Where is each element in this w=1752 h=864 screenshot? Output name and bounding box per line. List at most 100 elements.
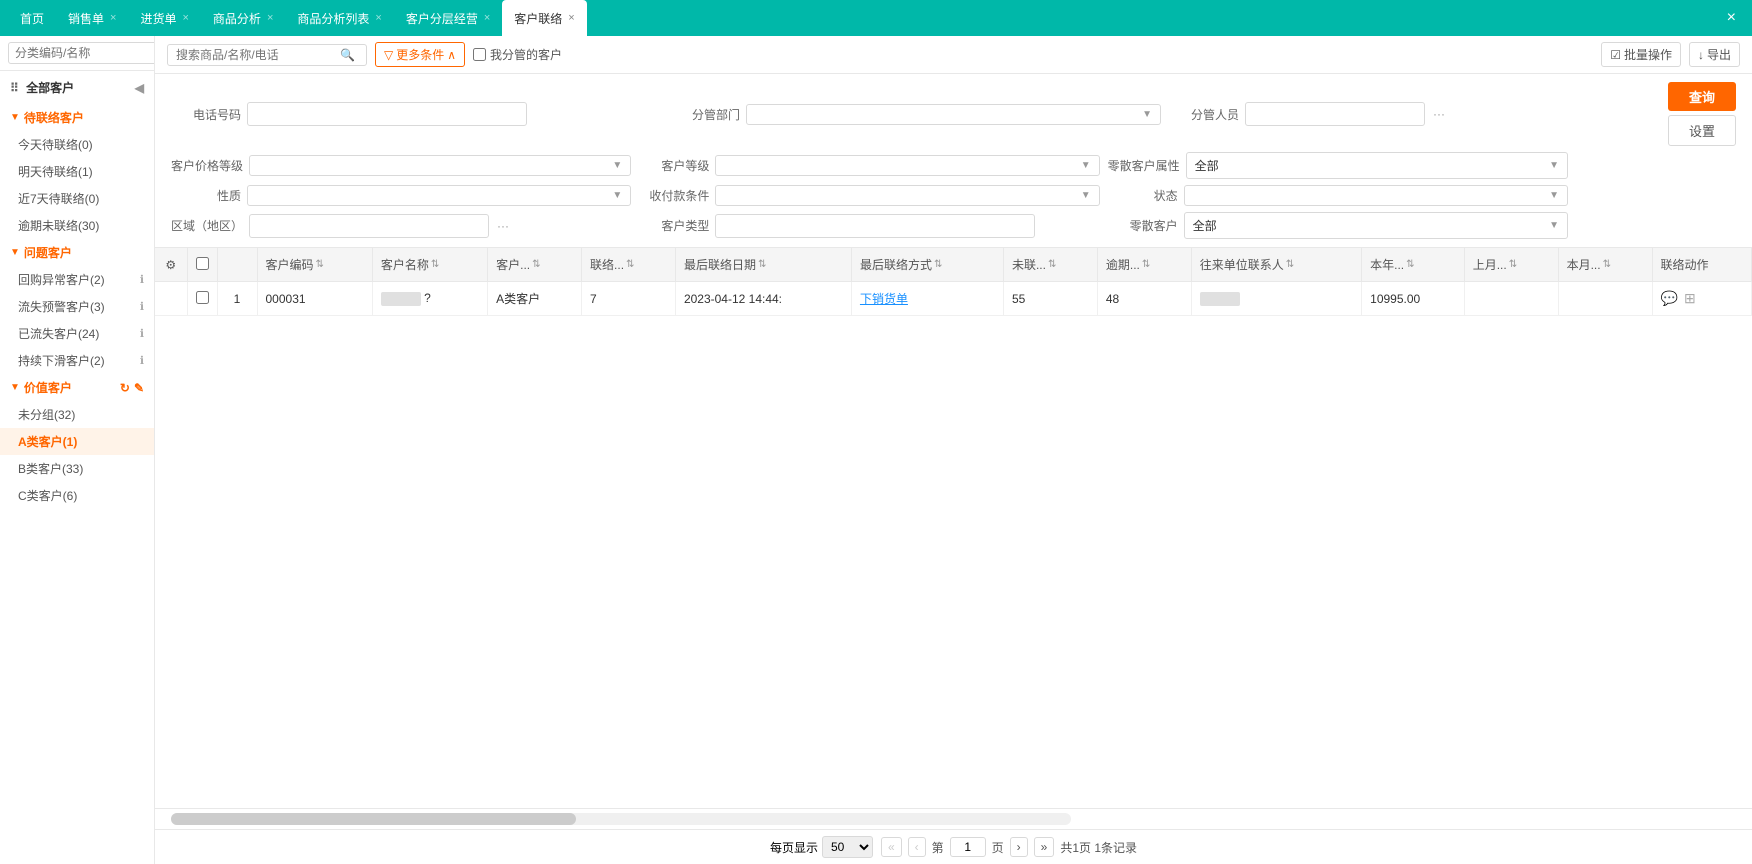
- section-pending-title[interactable]: ▼ 待联络客户: [0, 104, 154, 131]
- my-customers-checkbox[interactable]: [473, 48, 486, 61]
- last-page-btn[interactable]: »: [1034, 837, 1055, 857]
- tab-sales[interactable]: 销售单 ×: [56, 0, 128, 36]
- col-name-header[interactable]: 客户名称 ⇅: [372, 248, 487, 282]
- tab-customer-mgmt[interactable]: 客户分层经营 ×: [394, 0, 502, 36]
- tab-purchase-close[interactable]: ×: [182, 12, 188, 24]
- sidebar-item-overdue[interactable]: 逾期未联络(30): [0, 212, 154, 239]
- sidebar-item-tomorrow[interactable]: 明天待联络(1): [0, 158, 154, 185]
- sidebar-item-churned[interactable]: 已流失客户(24) ℹ: [0, 320, 154, 347]
- search-input[interactable]: [176, 48, 336, 62]
- customer-type-input[interactable]: [715, 214, 1035, 238]
- sidebar-item-today[interactable]: 今天待联络(0): [0, 131, 154, 158]
- sidebar-collapse-icon[interactable]: ◀: [135, 81, 144, 95]
- person-input[interactable]: [1245, 102, 1425, 126]
- scrollbar-wrapper: [155, 809, 1752, 829]
- sidebar-item-c-class[interactable]: C类客户(6): [0, 482, 154, 509]
- col-checkbox-header[interactable]: [187, 248, 217, 282]
- col-code-header[interactable]: 客户编码 ⇅: [257, 248, 372, 282]
- area-more-icon[interactable]: ···: [497, 219, 509, 233]
- settings-button[interactable]: 设置: [1668, 115, 1736, 146]
- col-unit-contact-header[interactable]: 往来单位联系人 ⇅: [1191, 248, 1361, 282]
- edit-icon[interactable]: ✎: [134, 381, 144, 395]
- row-checkbox[interactable]: [196, 291, 209, 304]
- col-overdue-header[interactable]: 逾期... ⇅: [1097, 248, 1191, 282]
- col-this-year-header[interactable]: 本年... ⇅: [1362, 248, 1465, 282]
- retail-attr-chevron-icon: ▼: [1549, 160, 1559, 171]
- tab-product-list[interactable]: 商品分析列表 ×: [285, 0, 393, 36]
- row-last-month: [1464, 282, 1558, 316]
- nature-select[interactable]: ▼: [247, 185, 631, 206]
- status-select[interactable]: ▼: [1184, 185, 1568, 206]
- sidebar-item-a-class[interactable]: A类客户(1): [0, 428, 154, 455]
- area-input[interactable]: [249, 214, 489, 238]
- col-last-date-header[interactable]: 最后联络日期 ⇅: [675, 248, 851, 282]
- sidebar-item-unclassified[interactable]: 未分组(32): [0, 401, 154, 428]
- price-level-chevron-icon: ▼: [612, 160, 622, 171]
- person-more-icon[interactable]: ···: [1433, 107, 1445, 121]
- tab-product-analysis[interactable]: 商品分析 ×: [201, 0, 285, 36]
- close-all-tabs[interactable]: ×: [1719, 9, 1744, 27]
- page-input[interactable]: [950, 837, 986, 857]
- scroll-thumb[interactable]: [171, 813, 576, 825]
- customer-level-select[interactable]: ▼: [715, 155, 1099, 176]
- col-last-method-header[interactable]: 最后联络方式 ⇅: [851, 248, 1003, 282]
- col-gear[interactable]: ⚙: [155, 248, 187, 282]
- sidebar-all-customers[interactable]: ⠿ 全部客户 ◀: [0, 71, 154, 104]
- sidebar-item-declining[interactable]: 持续下滑客户(2) ℹ: [0, 347, 154, 374]
- refresh-icon[interactable]: ↻: [120, 381, 130, 395]
- col-contact-header[interactable]: 联络... ⇅: [582, 248, 676, 282]
- export-btn[interactable]: ↓ 导出: [1689, 42, 1740, 67]
- col-not-contacted-header[interactable]: 未联... ⇅: [1003, 248, 1097, 282]
- nav-home[interactable]: 首页: [8, 0, 56, 36]
- row-last-contact-method[interactable]: 下销货单: [851, 282, 1003, 316]
- tab-customer-mgmt-close[interactable]: ×: [484, 12, 490, 24]
- tab-customer-contact-close[interactable]: ×: [568, 12, 574, 24]
- tab-product-list-close[interactable]: ×: [375, 12, 381, 24]
- table-container: ⚙ 客户编码 ⇅ 客户名称: [155, 248, 1752, 808]
- qr-icon[interactable]: ⊞: [1684, 290, 1696, 307]
- sidebar-item-abnormal-repurchase[interactable]: 回购异常客户(2) ℹ: [0, 266, 154, 293]
- row-actions: 💬 ⊞: [1652, 282, 1752, 316]
- payment-label: 收付款条件: [639, 187, 709, 204]
- info-icon-0[interactable]: ℹ: [140, 273, 144, 286]
- chat-icon[interactable]: 💬: [1661, 290, 1678, 307]
- query-button[interactable]: 查询: [1668, 82, 1736, 111]
- search-field-area: 🔍: [167, 44, 367, 66]
- sidebar-item-churn-warning[interactable]: 流失预警客户(3) ℹ: [0, 293, 154, 320]
- row-checkbox-cell[interactable]: [187, 282, 217, 316]
- page-label-text: 第: [932, 839, 944, 856]
- info-icon-1[interactable]: ℹ: [140, 300, 144, 313]
- retail-customer-select[interactable]: 全部 ▼: [1184, 212, 1568, 239]
- filter-row-2: 客户价格等级 ▼ 客户等级 ▼ 零散客户属性 全部: [171, 152, 1736, 179]
- horizontal-scrollbar[interactable]: [171, 813, 1071, 825]
- batch-ops-btn[interactable]: ☑ 批量操作: [1601, 42, 1681, 67]
- price-level-select[interactable]: ▼: [249, 155, 631, 176]
- customer-table: ⚙ 客户编码 ⇅ 客户名称: [155, 248, 1752, 316]
- tab-product-analysis-close[interactable]: ×: [267, 12, 273, 24]
- col-last-month-header[interactable]: 上月... ⇅: [1464, 248, 1558, 282]
- dept-select[interactable]: ▼: [746, 104, 1161, 125]
- sidebar-item-7days[interactable]: 近7天待联络(0): [0, 185, 154, 212]
- select-all-checkbox[interactable]: [196, 257, 209, 270]
- payment-select[interactable]: ▼: [715, 185, 1099, 206]
- more-filters-btn[interactable]: ▽ 更多条件 ∧: [375, 42, 465, 67]
- tab-purchase[interactable]: 进货单 ×: [128, 0, 200, 36]
- search-icon[interactable]: 🔍: [340, 48, 355, 62]
- info-icon-3[interactable]: ℹ: [140, 354, 144, 367]
- retail-attr-select[interactable]: 全部 ▼: [1186, 152, 1568, 179]
- first-page-btn[interactable]: «: [881, 837, 902, 857]
- per-page-select[interactable]: 50 100 200: [822, 836, 873, 858]
- sidebar-search-input[interactable]: [8, 42, 155, 64]
- col-this-month-header[interactable]: 本月... ⇅: [1558, 248, 1652, 282]
- section-problem-title[interactable]: ▼ 问题客户: [0, 239, 154, 266]
- info-icon-2[interactable]: ℹ: [140, 327, 144, 340]
- section-value-title[interactable]: ▼ 价值客户 ↻ ✎: [0, 374, 154, 401]
- prev-page-btn[interactable]: ‹: [908, 837, 926, 857]
- tab-customer-contact[interactable]: 客户联络 ×: [502, 0, 586, 36]
- next-page-btn[interactable]: ›: [1010, 837, 1028, 857]
- phone-input[interactable]: [247, 102, 527, 126]
- filter-bar: 🔍 ▽ 更多条件 ∧ 我分管的客户 ☑ 批量操作 ↓ 导出: [155, 36, 1752, 74]
- tab-sales-close[interactable]: ×: [110, 12, 116, 24]
- col-category-header[interactable]: 客户... ⇅: [488, 248, 582, 282]
- sidebar-item-b-class[interactable]: B类客户(33): [0, 455, 154, 482]
